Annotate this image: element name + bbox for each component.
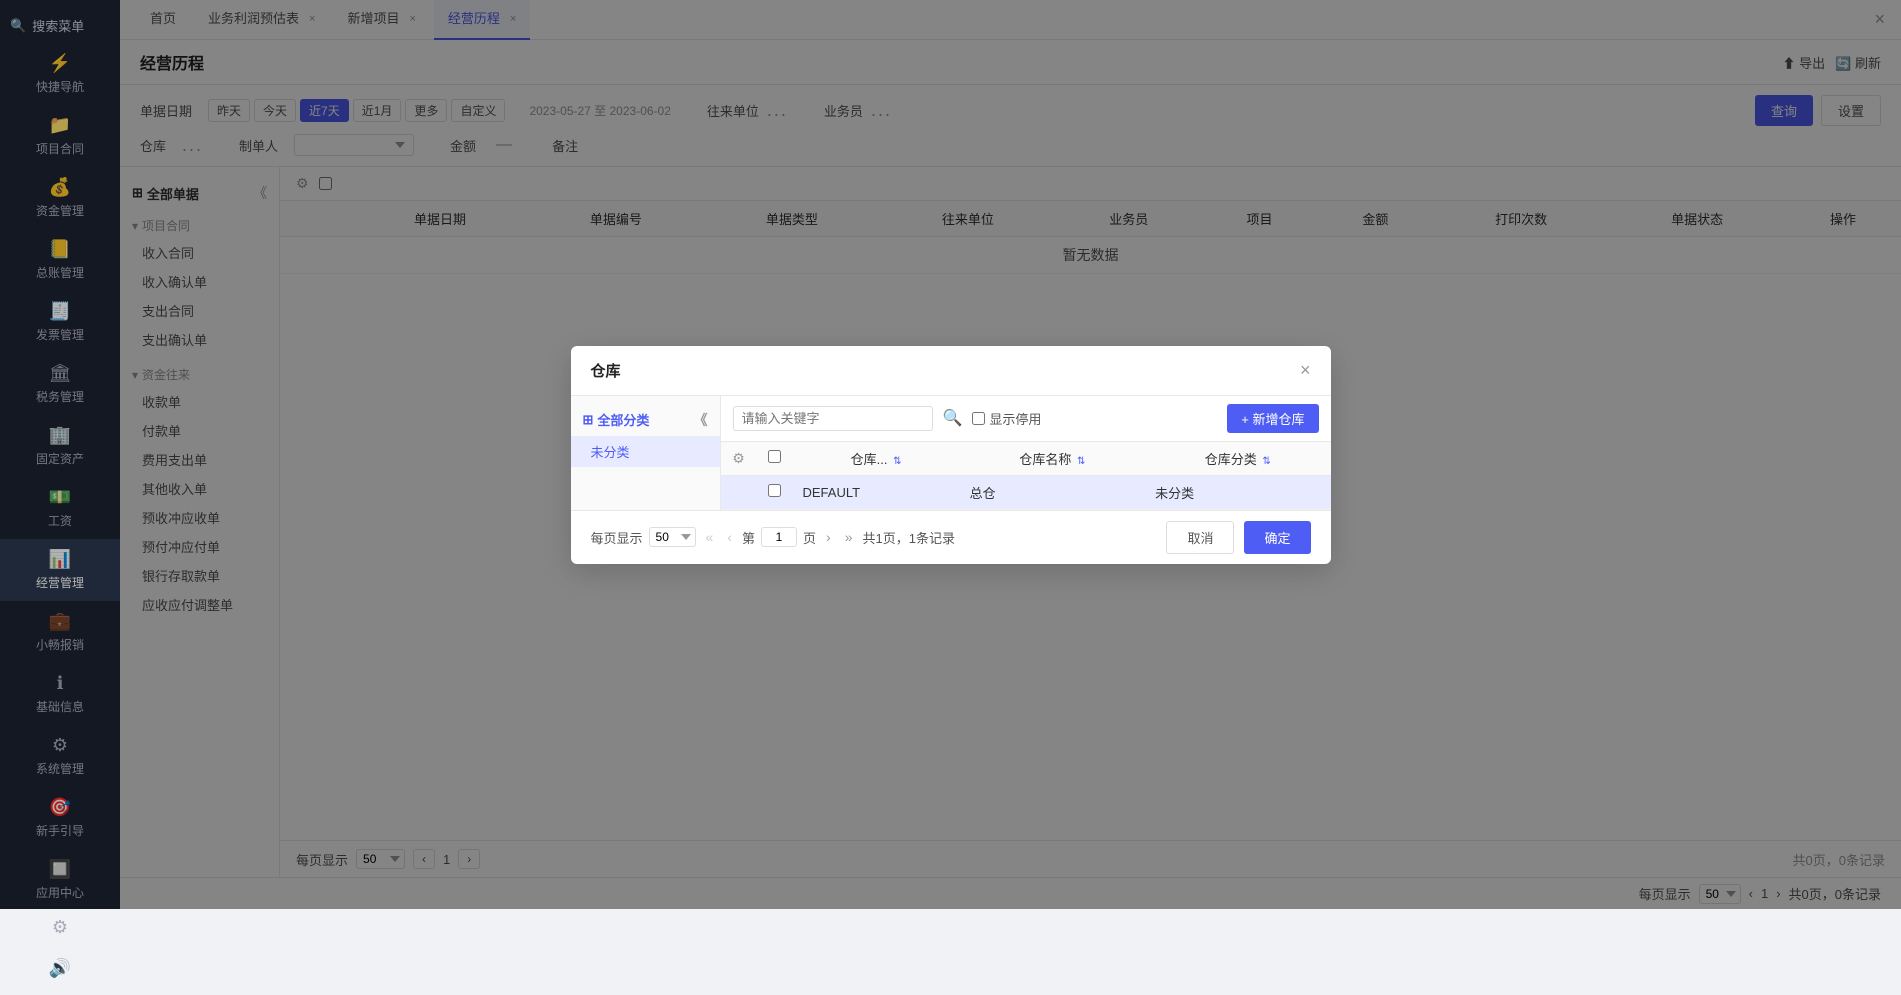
modal-left-item-uncategorized[interactable]: 未分类 — [571, 436, 720, 467]
settings-icon[interactable]: ⚙ — [46, 911, 74, 944]
modal-left-collapse-btn[interactable]: 《 — [694, 410, 708, 430]
col-name-label: 仓库名称 — [1019, 452, 1071, 467]
show-disabled-label: 显示停用 — [972, 409, 1041, 428]
modal-page-label: 第 — [742, 528, 755, 547]
modal-left-panel: ⊞ 全部分类 《 未分类 — [571, 396, 721, 510]
modal-next-page-btn[interactable]: › — [822, 527, 835, 547]
row-category-cell: 未分类 — [1145, 475, 1330, 509]
show-disabled-checkbox[interactable] — [972, 412, 985, 425]
add-warehouse-button[interactable]: + 新增仓库 — [1227, 404, 1318, 433]
table-row[interactable]: DEFAULT 总仓 未分类 — [721, 475, 1331, 509]
row-name-cell: 总仓 — [960, 475, 1145, 509]
modal-body: ⊞ 全部分类 《 未分类 🔍 显示停用 + 新增仓库 — [571, 396, 1331, 510]
modal-col-category[interactable]: 仓库分类 ⇅ — [1145, 442, 1330, 476]
modal-page-unit: 页 — [803, 528, 816, 547]
modal-close-button[interactable]: × — [1300, 360, 1311, 381]
col-category-label: 仓库分类 — [1205, 452, 1257, 467]
modal-actions: 取消 确定 — [1166, 521, 1310, 554]
warehouse-modal: 仓库 × ⊞ 全部分类 《 未分类 🔍 — [571, 346, 1331, 564]
confirm-button[interactable]: 确定 — [1244, 521, 1310, 554]
col-code-sort-icon: ⇅ — [893, 456, 901, 467]
modal-first-page-btn[interactable]: « — [702, 527, 718, 547]
modal-left-header: ⊞ 全部分类 《 — [571, 404, 720, 436]
modal-search-input[interactable] — [733, 406, 933, 431]
modal-title: 仓库 — [591, 360, 621, 381]
modal-prev-page-btn[interactable]: ‹ — [723, 527, 736, 547]
col-name-sort-icon: ⇅ — [1077, 456, 1085, 467]
modal-col-setting: ⚙ — [721, 442, 757, 476]
modal-page-input[interactable] — [761, 527, 797, 547]
col-category-sort-icon: ⇅ — [1262, 456, 1270, 467]
row-index-cell: DEFAULT — [793, 475, 960, 509]
modal-toolbar: 🔍 显示停用 + 新增仓库 — [721, 396, 1331, 442]
modal-table: ⚙ 仓库... ⇅ 仓库名称 — [721, 442, 1331, 510]
col-code-label: 仓库... — [851, 452, 888, 467]
modal-col-name[interactable]: 仓库名称 ⇅ — [960, 442, 1145, 476]
modal-search-button[interactable]: 🔍 — [943, 408, 963, 428]
modal-col-code[interactable]: 仓库... ⇅ — [793, 442, 960, 476]
modal-header: 仓库 × — [571, 346, 1331, 396]
modal-pagination: 每页显示 50 100 « ‹ 第 页 › » 共1页，1条记录 — [591, 527, 955, 547]
grid-icon-modal: ⊞ — [583, 412, 594, 428]
modal-select-all[interactable] — [768, 450, 781, 463]
modal-table-container: ⚙ 仓库... ⇅ 仓库名称 — [721, 442, 1331, 510]
row-checkbox-1[interactable] — [768, 484, 781, 497]
show-disabled-text: 显示停用 — [989, 409, 1041, 428]
cancel-button[interactable]: 取消 — [1166, 521, 1234, 554]
modal-overlay: 仓库 × ⊞ 全部分类 《 未分类 🔍 — [0, 0, 1901, 909]
sidebar-bottom: ⚙ 🔊 — [0, 911, 120, 995]
modal-left-all-label[interactable]: 全部分类 — [597, 410, 689, 429]
modal-per-page-label: 每页显示 — [591, 528, 643, 547]
row-check-cell — [757, 475, 793, 509]
volume-icon[interactable]: 🔊 — [43, 952, 77, 985]
modal-per-page-select[interactable]: 50 100 — [649, 527, 696, 547]
modal-total-info: 共1页，1条记录 — [862, 528, 954, 547]
row-setting-cell — [721, 475, 757, 509]
modal-last-page-btn[interactable]: » — [841, 527, 857, 547]
modal-gear-icon[interactable]: ⚙ — [732, 450, 745, 466]
modal-right-panel: 🔍 显示停用 + 新增仓库 ⚙ — [721, 396, 1331, 510]
modal-footer: 每页显示 50 100 « ‹ 第 页 › » 共1页，1条记录 取消 确定 — [571, 510, 1331, 564]
modal-col-check — [757, 442, 793, 476]
